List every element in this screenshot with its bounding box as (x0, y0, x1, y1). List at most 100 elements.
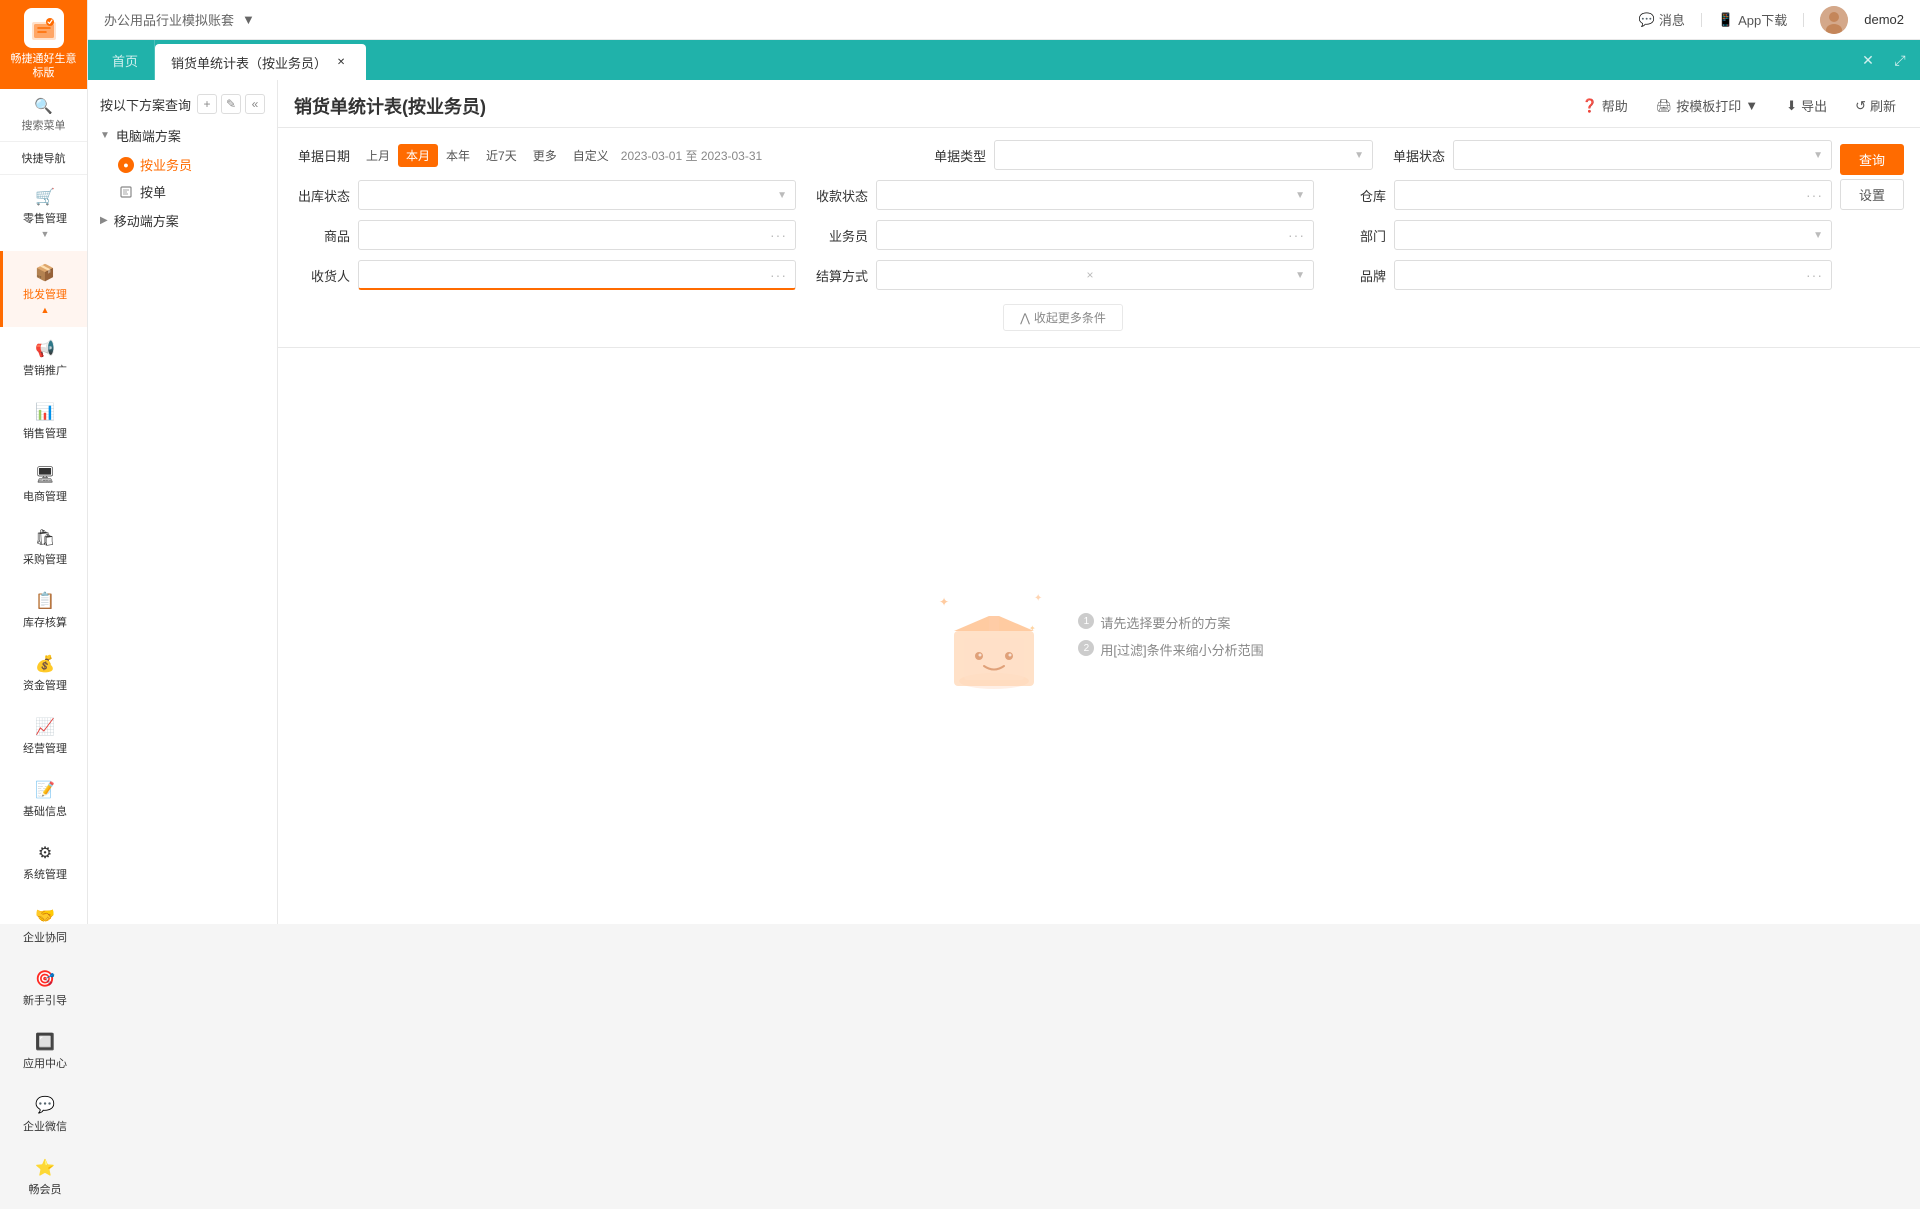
sidebar-item-member-label: 畅会员 (29, 1181, 62, 1197)
left-panel-header: 按以下方案查询 + ✎ « (88, 88, 277, 120)
filter-area: 单据日期 上月 本月 本年 近7天 更多 自定义 2023-03-01 至 20… (278, 128, 1920, 348)
tab-sales-stat[interactable]: 销货单统计表（按业务员） ✕ (155, 44, 366, 80)
goods-field: 商品 ··· (294, 220, 796, 250)
settlement-label: 结算方式 (812, 266, 868, 285)
query-btn[interactable]: 查询 (1840, 144, 1904, 175)
settlement-clear-btn[interactable]: × (1087, 268, 1094, 282)
sidebar-logo[interactable]: 畅捷通好生意 标版 (0, 0, 87, 89)
enterprise-icon: 🤝 (35, 906, 55, 926)
scheme-item-by-order[interactable]: 按单 (88, 178, 277, 205)
sidebar-item-inventory[interactable]: 📋 库存核算 (0, 579, 87, 642)
out-status-input[interactable]: ▼ (358, 180, 796, 210)
filter-row-1: 单据日期 上月 本月 本年 近7天 更多 自定义 2023-03-01 至 20… (294, 140, 1832, 170)
date-btn-this-year[interactable]: 本年 (438, 144, 478, 167)
edit-icon: ✎ (226, 97, 236, 111)
sidebar-item-system[interactable]: ⚙ 系统管理 (0, 831, 87, 894)
expand-btn[interactable]: ⤢ (1888, 48, 1912, 72)
settlement-field: 结算方式 × ▼ (812, 260, 1314, 290)
sidebar-item-wholesale[interactable]: 📦 批发管理 ▲ (0, 251, 87, 327)
add-scheme-btn[interactable]: + (197, 94, 217, 114)
date-btn-this-month[interactable]: 本月 (398, 144, 438, 167)
sidebar-item-operation[interactable]: 📈 经营管理 (0, 705, 87, 768)
quick-nav-item[interactable]: 快捷导航 (0, 142, 87, 175)
receiver-input[interactable]: ··· (358, 260, 796, 290)
refresh-btn[interactable]: ↺ 刷新 (1847, 92, 1904, 119)
scheme-group-mobile[interactable]: ▶ 移动端方案 (88, 205, 277, 236)
doc-type-arrow: ▼ (1354, 150, 1364, 161)
wholesale-icon: 📦 (35, 263, 55, 283)
basic-icon: 📝 (35, 780, 55, 800)
sidebar-item-newbie[interactable]: 🎯 新手引导 (0, 957, 87, 1020)
sidebar-item-purchase[interactable]: 🛍 采购管理 (0, 516, 87, 579)
staff-label: 业务员 (812, 226, 868, 245)
logo-text: 畅捷通好生意 标版 (4, 52, 83, 81)
scheme-group-pc[interactable]: ▼ 电脑端方案 (88, 120, 277, 151)
dept-input[interactable]: ▼ (1394, 220, 1832, 250)
workspace-dropdown[interactable]: ▼ (242, 12, 255, 27)
expand-icon: ⤢ (1894, 52, 1905, 69)
sidebar-item-sales-label: 销售管理 (23, 425, 67, 441)
brand-input[interactable]: ··· (1394, 260, 1832, 290)
tab-home[interactable]: 首页 (96, 40, 155, 80)
payment-status-input[interactable]: ▼ (876, 180, 1314, 210)
doc-status-input[interactable]: ▼ (1453, 140, 1832, 170)
close-all-btn[interactable]: ✕ (1856, 48, 1880, 72)
app-download-btn[interactable]: 📱 App下载 (1718, 10, 1787, 29)
system-icon: ⚙ (35, 843, 55, 863)
goods-dots: ··· (770, 227, 787, 243)
sidebar-item-enterprise-label: 企业协同 (23, 929, 67, 945)
date-btn-last-month[interactable]: 上月 (358, 144, 398, 167)
sidebar-item-marketing-label: 营销推广 (23, 362, 67, 378)
settlement-input[interactable]: × ▼ (876, 260, 1314, 290)
sidebar-item-newbie-label: 新手引导 (23, 992, 67, 1008)
message-btn[interactable]: 💬 消息 (1639, 10, 1685, 29)
tabbar: 首页 销货单统计表（按业务员） ✕ ✕ ⤢ (88, 40, 1920, 80)
sidebar-item-finance[interactable]: 💰 资金管理 (0, 642, 87, 705)
sidebar-item-marketing[interactable]: 📢 营销推广 (0, 327, 87, 390)
print-btn[interactable]: 🖨 按模板打印 ▼ (1648, 92, 1766, 119)
sidebar-item-enterprise[interactable]: 🤝 企业协同 (0, 894, 87, 957)
sidebar-item-basic[interactable]: 📝 基础信息 (0, 768, 87, 831)
search-menu-item[interactable]: 🔍 搜索菜单 (0, 89, 87, 142)
wechat-icon: 💬 (35, 1095, 55, 1115)
doc-type-input[interactable]: ▼ (994, 140, 1373, 170)
retail-arrow: ▼ (41, 229, 50, 239)
collapse-btn[interactable]: ⋀ 收起更多条件 (1003, 304, 1123, 331)
warehouse-input[interactable]: ··· (1394, 180, 1832, 210)
date-btn-custom[interactable]: 自定义 (565, 144, 617, 167)
wholesale-arrow: ▲ (41, 305, 50, 315)
date-btn-7days[interactable]: 近7天 (478, 144, 525, 167)
sidebar-item-wechat[interactable]: 💬 企业微信 (0, 1083, 87, 1146)
sidebar-item-ecommerce[interactable]: 🖥 电商管理 (0, 453, 87, 516)
filter-row-3: 商品 ··· 业务员 ··· (294, 220, 1832, 250)
username[interactable]: demo2 (1864, 12, 1904, 27)
empty-illustration: ✦ ✦ ✦ (934, 576, 1054, 696)
warehouse-label: 仓库 (1330, 186, 1386, 205)
goods-input[interactable]: ··· (358, 220, 796, 250)
close-all-icon: ✕ (1862, 52, 1874, 69)
export-btn[interactable]: ⬇ 导出 (1778, 92, 1835, 119)
app-download-icon: 📱 (1718, 12, 1734, 28)
pc-group-label: 电脑端方案 (116, 126, 181, 145)
sidebar-item-sales[interactable]: 📊 销售管理 (0, 390, 87, 453)
staff-input[interactable]: ··· (876, 220, 1314, 250)
divider2 (1803, 13, 1804, 27)
collapse-panel-btn[interactable]: « (245, 94, 265, 114)
help-btn[interactable]: ❓ 帮助 (1574, 92, 1636, 119)
refresh-icon: ↺ (1855, 98, 1866, 114)
settings-btn[interactable]: 设置 (1840, 179, 1904, 210)
scheme-item-by-staff[interactable]: ● 按业务员 (88, 151, 277, 178)
tab-close-btn[interactable]: ✕ (333, 54, 349, 70)
sidebar-item-operation-label: 经营管理 (23, 740, 67, 756)
date-btn-more[interactable]: 更多 (525, 144, 565, 167)
date-label: 单据日期 (294, 146, 350, 165)
edit-scheme-btn[interactable]: ✎ (221, 94, 241, 114)
sidebar-item-apps[interactable]: 🔲 应用中心 (0, 1020, 87, 1083)
page-header-actions: ❓ 帮助 🖨 按模板打印 ▼ ⬇ 导出 ↺ 刷新 (1574, 92, 1904, 119)
receiver-field: 收货人 ··· (294, 260, 796, 290)
sales-icon: 📊 (35, 402, 55, 422)
message-icon: 💬 (1639, 12, 1655, 28)
sidebar-item-member[interactable]: ⭐ 畅会员 (0, 1146, 87, 1209)
content-area: 按以下方案查询 + ✎ « ▼ 电脑端方案 (88, 80, 1920, 924)
sidebar-item-retail[interactable]: 🛒 零售管理 ▼ (0, 175, 87, 251)
